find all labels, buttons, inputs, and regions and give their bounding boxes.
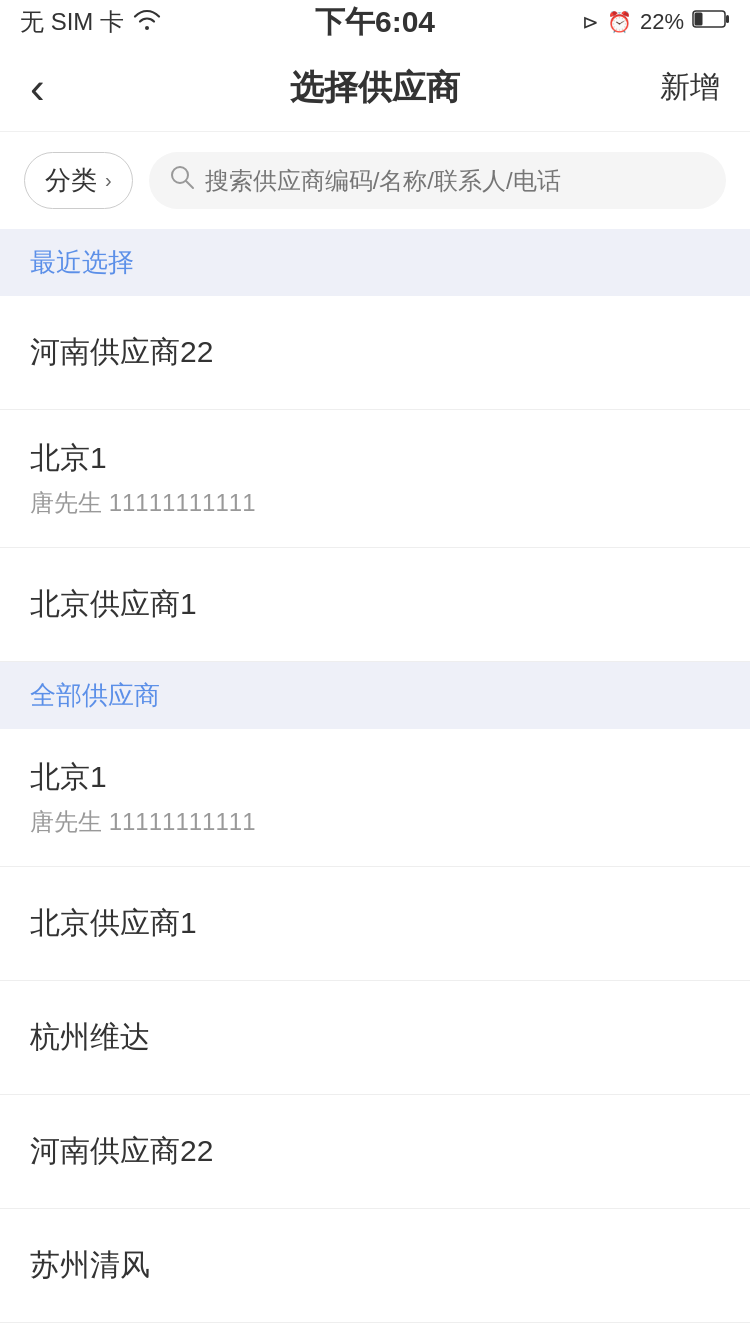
wifi-icon — [132, 8, 162, 36]
item-name: 河南供应商22 — [30, 1131, 720, 1172]
svg-rect-1 — [726, 15, 729, 23]
item-name: 北京供应商1 — [30, 903, 720, 944]
alarm-icon: ⏰ — [607, 10, 632, 34]
svg-rect-2 — [695, 13, 703, 26]
item-sub: 唐先生 11111111111 — [30, 487, 720, 519]
page-title: 选择供应商 — [290, 65, 460, 111]
status-right: ⊳ ⏰ 22% — [582, 9, 730, 35]
list-item[interactable]: 北京供应商1 — [0, 548, 750, 662]
battery-percent: 22% — [640, 9, 684, 35]
all-section-label: 全部供应商 — [30, 680, 160, 710]
list-item[interactable]: 北京1 唐先生 11111111111 — [0, 729, 750, 867]
list-item[interactable]: 河南供应商22 — [0, 296, 750, 410]
category-button[interactable]: 分类 › — [24, 152, 133, 209]
filter-bar: 分类 › — [0, 132, 750, 229]
recent-section-header: 最近选择 — [0, 229, 750, 296]
back-icon: ‹ — [30, 66, 45, 110]
item-name: 河南供应商22 — [30, 332, 720, 373]
add-button[interactable]: 新增 — [660, 67, 720, 108]
item-name: 苏州清风 — [30, 1245, 720, 1286]
location-icon: ⊳ — [582, 10, 599, 34]
status-time: 下午6:04 — [315, 2, 435, 43]
search-icon — [169, 164, 195, 197]
item-name: 北京1 — [30, 757, 720, 798]
battery-icon — [692, 9, 730, 35]
status-left: 无 SIM 卡 — [20, 6, 162, 38]
list-item[interactable]: 河南供应商22 — [0, 1095, 750, 1209]
search-box[interactable] — [149, 152, 726, 209]
svg-line-4 — [186, 181, 193, 188]
item-name: 北京1 — [30, 438, 720, 479]
list-item[interactable]: 北京1 唐先生 11111111111 — [0, 410, 750, 548]
recent-items-list: 河南供应商22 北京1 唐先生 11111111111 北京供应商1 — [0, 296, 750, 662]
recent-section-label: 最近选择 — [30, 247, 134, 277]
back-button[interactable]: ‹ — [30, 66, 45, 110]
category-label: 分类 — [45, 163, 97, 198]
list-item[interactable]: 杭州维达 — [0, 981, 750, 1095]
nav-bar: ‹ 选择供应商 新增 — [0, 44, 750, 132]
category-chevron-icon: › — [105, 169, 112, 192]
list-item[interactable]: 北京供应商1 — [0, 867, 750, 981]
all-items-list: 北京1 唐先生 11111111111 北京供应商1 杭州维达河南供应商22 苏州清风 — [0, 729, 750, 1323]
search-input[interactable] — [205, 167, 706, 195]
status-bar: 无 SIM 卡 下午6:04 ⊳ ⏰ 22% — [0, 0, 750, 44]
item-sub: 唐先生 11111111111 — [30, 806, 720, 838]
sim-text: 无 SIM 卡 — [20, 6, 124, 38]
item-name: 杭州维达 — [30, 1017, 720, 1058]
list-item[interactable]: 苏州清风 — [0, 1209, 750, 1323]
item-name: 北京供应商1 — [30, 584, 720, 625]
all-section-header: 全部供应商 — [0, 662, 750, 729]
